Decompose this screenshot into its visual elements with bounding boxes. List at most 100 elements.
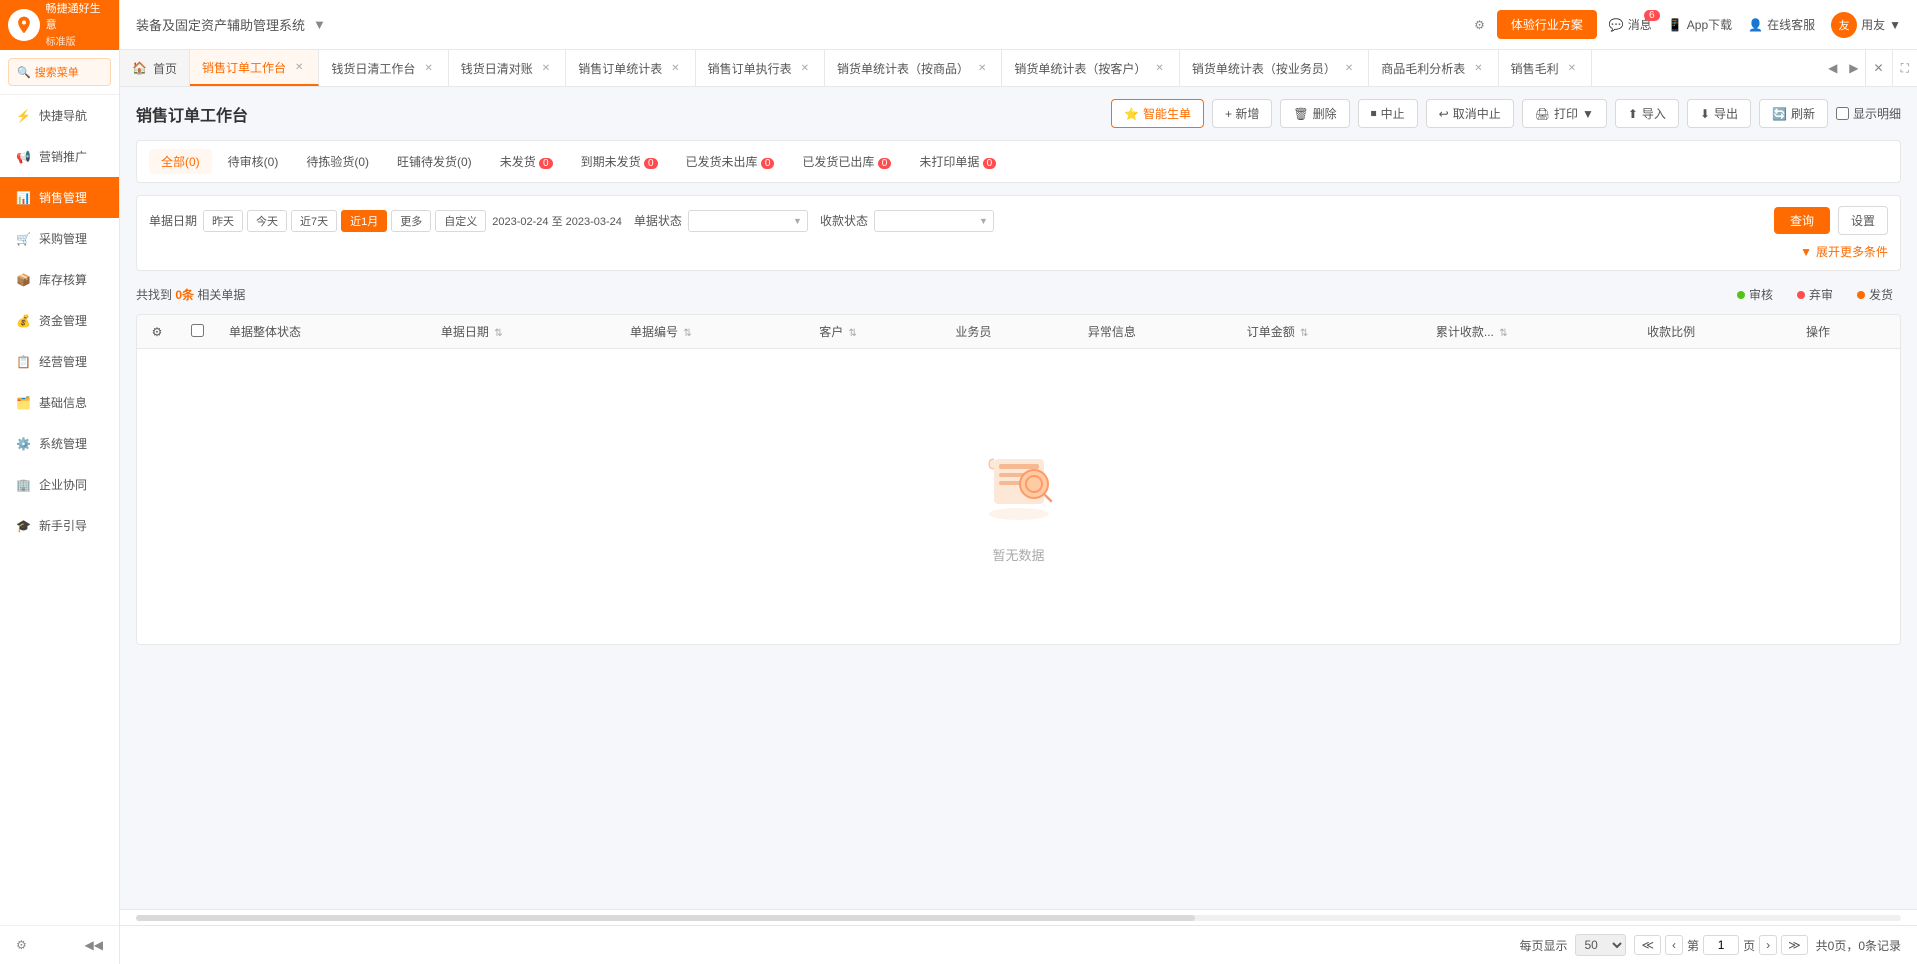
date-btn-yesterday[interactable]: 昨天 <box>203 210 243 232</box>
subtab-not-shipped[interactable]: 未发货 0 <box>488 149 565 174</box>
tab-close-sales-profit[interactable]: ✕ <box>1565 62 1579 75</box>
export-button[interactable]: ⬇ 导出 <box>1687 99 1751 128</box>
sidebar-nav-item-marketing[interactable]: 📢 营销推广 <box>0 136 119 177</box>
refresh-button[interactable]: 🔄 刷新 <box>1759 99 1828 128</box>
delete-button[interactable]: 🗑 删除 <box>1280 99 1349 128</box>
sidebar-settings-btn[interactable]: ⚙ <box>8 934 35 956</box>
tab-sales-stats[interactable]: 销售订单统计表 ✕ <box>566 50 695 86</box>
prev-page-btn[interactable]: ‹ <box>1665 935 1683 955</box>
topbar-title-area: 装备及固定资产辅助管理系统 ▼ <box>136 15 1462 34</box>
filter-status-item: 单据状态 <box>634 210 808 232</box>
ai-generate-button[interactable]: ⭐ 智能生单 <box>1111 99 1204 128</box>
search-menu-button[interactable]: 🔍 搜索菜单 <box>8 58 111 86</box>
tab-maximize[interactable]: ⛶ <box>1892 50 1917 86</box>
date-btn-more[interactable]: 更多 <box>391 210 431 232</box>
tab-scroll-left[interactable]: ◀ <box>1822 50 1843 86</box>
ship-action-btn[interactable]: 发货 <box>1849 283 1901 306</box>
sidebar-nav-item-inventory[interactable]: 📦 库存核算 <box>0 259 119 300</box>
subtab-expired-not-shipped[interactable]: 到期未发货 0 <box>569 149 670 174</box>
page-size-select[interactable]: 50 10 20 100 <box>1575 934 1626 956</box>
tab-sales-profit[interactable]: 销售毛利 ✕ <box>1499 50 1592 86</box>
tab-close-cash-daily[interactable]: ✕ <box>421 62 435 75</box>
solution-button[interactable]: 体验行业方案 <box>1497 10 1597 39</box>
collection-select[interactable] <box>874 210 994 232</box>
col-collected[interactable]: 累计收款... ⇅ <box>1424 315 1635 349</box>
col-checkbox[interactable] <box>177 315 217 349</box>
tab-cash-daily[interactable]: 钱货日清工作台 ✕ <box>319 50 448 86</box>
tab-close-sales-stats[interactable]: ✕ <box>668 62 682 75</box>
tab-close-stats-customer[interactable]: ✕ <box>1152 62 1166 75</box>
import-button[interactable]: ⬆ 导入 <box>1615 99 1679 128</box>
subtab-shipped-out[interactable]: 已发货已出库 0 <box>790 149 903 174</box>
sidebar-nav-item-sales[interactable]: 📊 销售管理 <box>0 177 119 218</box>
date-btn-today[interactable]: 今天 <box>247 210 287 232</box>
sidebar-nav-item-operations[interactable]: 📋 经营管理 <box>0 341 119 382</box>
date-btn-7days[interactable]: 近7天 <box>291 210 337 232</box>
online-service-action[interactable]: 👤 在线客服 <box>1748 16 1815 33</box>
first-page-btn[interactable]: ≪ <box>1634 935 1661 955</box>
tab-sales-stats-product[interactable]: 销货单统计表（按商品） ✕ <box>825 50 1002 86</box>
tab-cash-reconcile[interactable]: 钱货日清对账 ✕ <box>449 50 566 86</box>
scrollbar-thumb[interactable] <box>136 915 1195 921</box>
tab-close-sales-exec[interactable]: ✕ <box>798 62 812 75</box>
app-download-action[interactable]: 📱 App下载 <box>1668 16 1732 33</box>
tab-scroll-right[interactable]: ▶ <box>1843 50 1864 86</box>
tab-close-all[interactable]: ✕ <box>1865 50 1892 86</box>
tab-sales-stats-customer[interactable]: 销货单统计表（按客户） ✕ <box>1002 50 1179 86</box>
col-date[interactable]: 单据日期 ⇅ <box>429 315 618 349</box>
horizontal-scrollbar[interactable] <box>120 909 1917 925</box>
topbar-settings-icon[interactable]: ⚙ <box>1474 18 1485 32</box>
subtab-pending-inspect[interactable]: 待拣验货(0) <box>294 149 381 174</box>
subtab-shipped-not-out[interactable]: 已发货未出库 0 <box>674 149 787 174</box>
col-number[interactable]: 单据编号 ⇅ <box>618 315 807 349</box>
status-select[interactable] <box>688 210 808 232</box>
sidebar: 畅捷通好生意 标准版 🔍 搜索菜单 ⚡ 快捷导航 📢 营销推广 📊 销售管理 🛒… <box>0 0 120 964</box>
last-page-btn[interactable]: ≫ <box>1781 935 1808 955</box>
subtab-not-printed[interactable]: 未打印单据 0 <box>907 149 1008 174</box>
show-detail-toggle[interactable]: 显示明细 <box>1836 105 1901 122</box>
sidebar-nav-item-enterprise[interactable]: 🏢 企业协同 <box>0 464 119 505</box>
page-input[interactable] <box>1703 935 1739 955</box>
select-all-checkbox[interactable] <box>191 324 204 337</box>
subtab-wangpu-pending[interactable]: 旺铺待发货(0) <box>385 149 484 174</box>
tab-close-stats-product[interactable]: ✕ <box>975 62 989 75</box>
sidebar-nav-item-purchase[interactable]: 🛒 采购管理 <box>0 218 119 259</box>
abort-button[interactable]: ⏹ 中止 <box>1358 99 1418 128</box>
tab-close-stats-staff[interactable]: ✕ <box>1342 62 1356 75</box>
next-page-btn[interactable]: › <box>1759 935 1777 955</box>
show-detail-checkbox[interactable] <box>1836 107 1849 120</box>
tab-sales-stats-staff[interactable]: 销货单统计表（按业务员） ✕ <box>1180 50 1369 86</box>
sidebar-collapse-btn[interactable]: ◀◀ <box>77 934 111 956</box>
sidebar-nav-item-system[interactable]: ⚙️ 系统管理 <box>0 423 119 464</box>
subtab-all[interactable]: 全部(0) <box>149 149 212 174</box>
abandon-action-btn[interactable]: 弃审 <box>1789 283 1841 306</box>
expand-conditions-btn[interactable]: ▼ 展开更多条件 <box>1800 243 1888 260</box>
sidebar-nav-item-basic[interactable]: 🗂️ 基础信息 <box>0 382 119 423</box>
review-action-btn[interactable]: 审核 <box>1729 283 1781 306</box>
topbar-dropdown-icon[interactable]: ▼ <box>313 17 326 32</box>
tab-gross-profit[interactable]: 商品毛利分析表 ✕ <box>1369 50 1498 86</box>
subtab-pending-review[interactable]: 待审核(0) <box>216 149 291 174</box>
sidebar-nav-item-quicknav[interactable]: ⚡ 快捷导航 <box>0 95 119 136</box>
user-menu[interactable]: 友 用友 ▼ <box>1831 12 1901 38</box>
col-amount[interactable]: 订单金额 ⇅ <box>1235 315 1424 349</box>
print-button[interactable]: 🖨 打印 ▼ <box>1522 99 1607 128</box>
tab-close-sales-order[interactable]: ✕ <box>292 61 306 74</box>
date-btn-custom[interactable]: 自定义 <box>435 210 486 232</box>
tab-close-gross-profit[interactable]: ✕ <box>1471 62 1485 75</box>
tab-home[interactable]: 🏠 首页 <box>120 50 190 86</box>
sidebar-nav-item-finance[interactable]: 💰 资金管理 <box>0 300 119 341</box>
col-customer[interactable]: 客户 ⇅ <box>807 315 943 349</box>
scrollbar-track[interactable] <box>136 915 1901 921</box>
add-button[interactable]: + 新增 <box>1212 99 1272 128</box>
tab-sales-exec[interactable]: 销售订单执行表 ✕ <box>696 50 825 86</box>
cancel-abort-button[interactable]: ↩ 取消中止 <box>1426 99 1514 128</box>
tab-sales-order-workbench[interactable]: 销售订单工作台 ✕ <box>190 50 319 86</box>
set-button[interactable]: 设置 <box>1838 206 1888 235</box>
sidebar-nav-item-guide[interactable]: 🎓 新手引导 <box>0 505 119 546</box>
col-settings[interactable]: ⚙ <box>137 315 177 349</box>
query-button[interactable]: 查询 <box>1774 207 1830 234</box>
message-action[interactable]: 💬 消息 6 <box>1609 16 1652 33</box>
tab-close-cash-reconcile[interactable]: ✕ <box>539 62 553 75</box>
date-btn-1month[interactable]: 近1月 <box>341 210 387 232</box>
